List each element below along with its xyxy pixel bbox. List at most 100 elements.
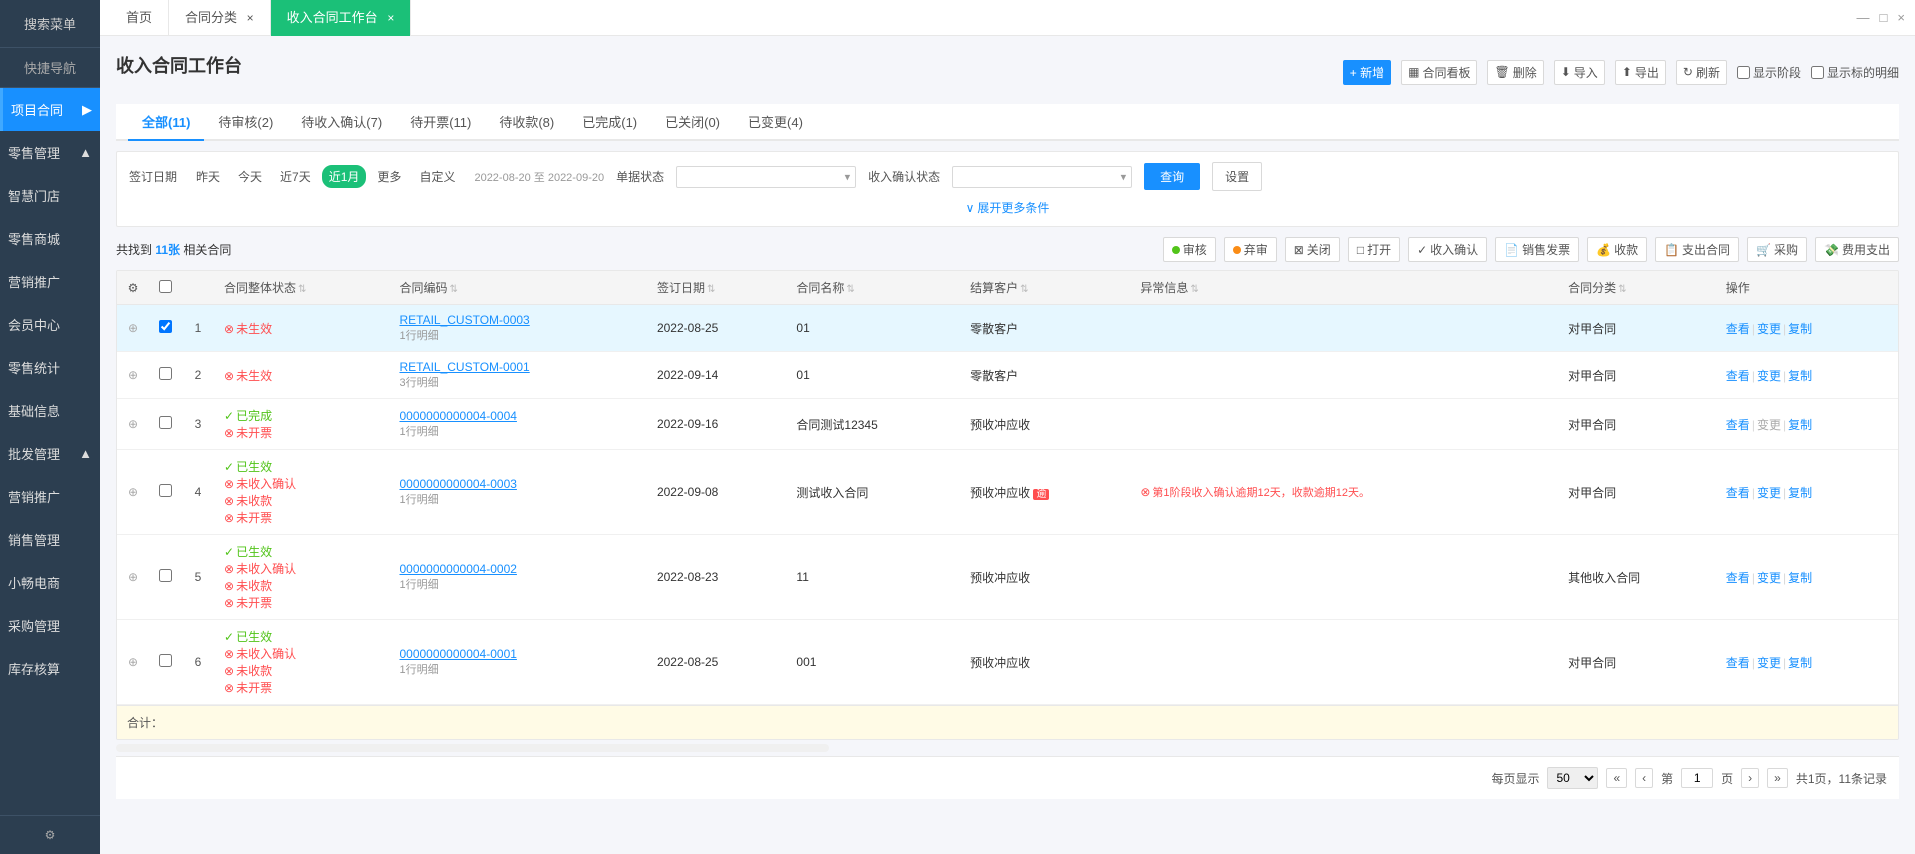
op-查看-btn-5[interactable]: 查看 [1726, 656, 1750, 670]
op-查看-btn-0[interactable]: 查看 [1726, 322, 1750, 336]
sidebar-search[interactable]: 搜索菜单 [0, 0, 100, 48]
expense-contract-btn[interactable]: 📋 支出合同 [1655, 237, 1739, 262]
contract-link-3[interactable]: 0000000000004-0003 [399, 477, 516, 491]
row-settings-icon[interactable]: ⊕ [128, 368, 138, 382]
row-checkbox-5[interactable] [159, 654, 172, 667]
filter-tab-closed[interactable]: 已关闭(0) [651, 104, 734, 141]
last-page-btn[interactable]: » [1767, 768, 1788, 788]
sidebar-item-batch-mgmt[interactable]: 批发管理 ▲ [0, 432, 100, 475]
op-复制-btn-0[interactable]: 复制 [1788, 322, 1812, 336]
sidebar-settings[interactable]: ⚙ [0, 815, 100, 854]
op-变更-btn-5[interactable]: 变更 [1757, 656, 1781, 670]
row-settings-icon[interactable]: ⊕ [128, 417, 138, 431]
row-checkbox-3[interactable] [159, 484, 172, 497]
sidebar-item-inventory[interactable]: 库存核算 [0, 647, 100, 690]
purchase-btn[interactable]: 🛒 采购 [1747, 237, 1807, 262]
tab-contract-cat-close[interactable]: × [247, 11, 254, 25]
horizontal-scrollbar[interactable] [116, 740, 1899, 756]
row-code[interactable]: 0000000000004-00041行明细 [389, 399, 646, 450]
sidebar-item-base-info[interactable]: 基础信息 [0, 389, 100, 432]
op-查看-btn-2[interactable]: 查看 [1726, 418, 1750, 432]
status-select[interactable] [676, 166, 856, 188]
sidebar-nav[interactable]: 快捷导航 [0, 48, 100, 88]
sidebar-item-purchase[interactable]: 采购管理 [0, 604, 100, 647]
col-settings[interactable]: ⚙ [117, 271, 149, 305]
col-sign-date[interactable]: 签订日期⇅ [647, 271, 786, 305]
row-checkbox-2[interactable] [159, 416, 172, 429]
filter-tab-pending-payment[interactable]: 待收款(8) [485, 104, 568, 141]
tab-home[interactable]: 首页 [110, 0, 169, 36]
select-all-checkbox[interactable] [159, 280, 172, 293]
op-变更-btn-0[interactable]: 变更 [1757, 322, 1781, 336]
refresh-button[interactable]: ↻ 刷新 [1676, 60, 1727, 85]
date-btn-custom[interactable]: 自定义 [412, 165, 462, 188]
tab-income-workbench[interactable]: 收入合同工作台 × [271, 0, 412, 36]
row-settings-icon[interactable]: ⊕ [128, 570, 138, 584]
sidebar-item-member[interactable]: 会员中心 [0, 303, 100, 346]
row-checkbox-0[interactable] [159, 320, 172, 333]
sidebar-item-retail-mall[interactable]: 零售商城 [0, 217, 100, 260]
col-status[interactable]: 合同整体状态⇅ [214, 271, 389, 305]
sidebar-item-smart-store[interactable]: 智慧门店 [0, 174, 100, 217]
filter-tab-pending-confirm[interactable]: 待收入确认(7) [287, 104, 396, 141]
window-maximize-btn[interactable]: □ [1880, 10, 1888, 25]
confirm-status-select[interactable] [952, 166, 1132, 188]
show-detail-input[interactable] [1811, 66, 1824, 79]
export-button[interactable]: ⬆ 导出 [1615, 60, 1666, 85]
op-变更-btn-2[interactable]: 变更 [1757, 418, 1781, 432]
show-stage-input[interactable] [1737, 66, 1750, 79]
row-checkbox-4[interactable] [159, 569, 172, 582]
sidebar-item-sales-promo[interactable]: 营销推广 [0, 475, 100, 518]
date-btn-last1month[interactable]: 近1月 [322, 165, 367, 188]
row-settings-icon[interactable]: ⊕ [128, 655, 138, 669]
row-code[interactable]: RETAIL_CUSTOM-00031行明细 [389, 305, 646, 352]
date-btn-last7[interactable]: 近7天 [273, 165, 318, 188]
import-button[interactable]: ⬇ 导入 [1554, 60, 1605, 85]
row-settings-icon[interactable]: ⊕ [128, 485, 138, 499]
sales-invoice-btn[interactable]: 📄 销售发票 [1495, 237, 1579, 262]
open-btn[interactable]: □ 打开 [1348, 237, 1400, 262]
sidebar-item-retail-mgmt[interactable]: 零售管理 ▲ [0, 131, 100, 174]
abandon-btn[interactable]: 弃审 [1224, 237, 1277, 262]
row-code[interactable]: RETAIL_CUSTOM-00013行明细 [389, 352, 646, 399]
row-code[interactable]: 0000000000004-00021行明细 [389, 535, 646, 620]
tab-income-workbench-close[interactable]: × [387, 11, 394, 25]
income-confirm-btn[interactable]: ✓ 收入确认 [1408, 237, 1487, 262]
contract-link-2[interactable]: 0000000000004-0004 [399, 409, 516, 423]
collection-btn[interactable]: 💰 收款 [1587, 237, 1647, 262]
close-btn[interactable]: ⊠ 关闭 [1285, 237, 1340, 262]
delete-button[interactable]: 🗑 删除 [1487, 60, 1543, 85]
op-复制-btn-1[interactable]: 复制 [1788, 369, 1812, 383]
op-变更-btn-1[interactable]: 变更 [1757, 369, 1781, 383]
sidebar-item-ecommerce[interactable]: 小畅电商 [0, 561, 100, 604]
sidebar-item-marketing1[interactable]: 营销推广 [0, 260, 100, 303]
per-page-select[interactable]: 50 100 200 [1547, 767, 1598, 789]
sidebar-item-sales-mgmt[interactable]: 销售管理 [0, 518, 100, 561]
contract-link-4[interactable]: 0000000000004-0002 [399, 562, 516, 576]
window-close-btn[interactable]: × [1897, 10, 1905, 25]
col-customer[interactable]: 结算客户⇅ [960, 271, 1130, 305]
date-btn-yesterday[interactable]: 昨天 [189, 165, 227, 188]
op-查看-btn-4[interactable]: 查看 [1726, 571, 1750, 585]
op-变更-btn-3[interactable]: 变更 [1757, 486, 1781, 500]
filter-tab-completed[interactable]: 已完成(1) [568, 104, 651, 141]
op-复制-btn-2[interactable]: 复制 [1788, 418, 1812, 432]
row-settings-icon[interactable]: ⊕ [128, 321, 138, 335]
contract-link-5[interactable]: 0000000000004-0001 [399, 647, 516, 661]
show-detail-checkbox[interactable]: 显示标的明细 [1811, 64, 1899, 81]
page-number-input[interactable] [1681, 768, 1713, 788]
tab-contract-cat[interactable]: 合同分类 × [169, 0, 271, 36]
add-button[interactable]: + 新增 [1343, 60, 1391, 85]
prev-page-btn[interactable]: ‹ [1635, 768, 1653, 788]
sidebar-item-project[interactable]: 项目合同 ▶ [0, 88, 100, 131]
query-button[interactable]: 查询 [1144, 163, 1200, 190]
contract-link-0[interactable]: RETAIL_CUSTOM-0003 [399, 313, 529, 327]
op-查看-btn-3[interactable]: 查看 [1726, 486, 1750, 500]
date-btn-today[interactable]: 今天 [231, 165, 269, 188]
next-page-btn[interactable]: › [1741, 768, 1759, 788]
show-stage-checkbox[interactable]: 显示阶段 [1737, 64, 1801, 81]
op-查看-btn-1[interactable]: 查看 [1726, 369, 1750, 383]
expense-out-btn[interactable]: 💸 费用支出 [1815, 237, 1899, 262]
row-code[interactable]: 0000000000004-00011行明细 [389, 620, 646, 705]
filter-tab-pending-review[interactable]: 待审核(2) [204, 104, 287, 141]
